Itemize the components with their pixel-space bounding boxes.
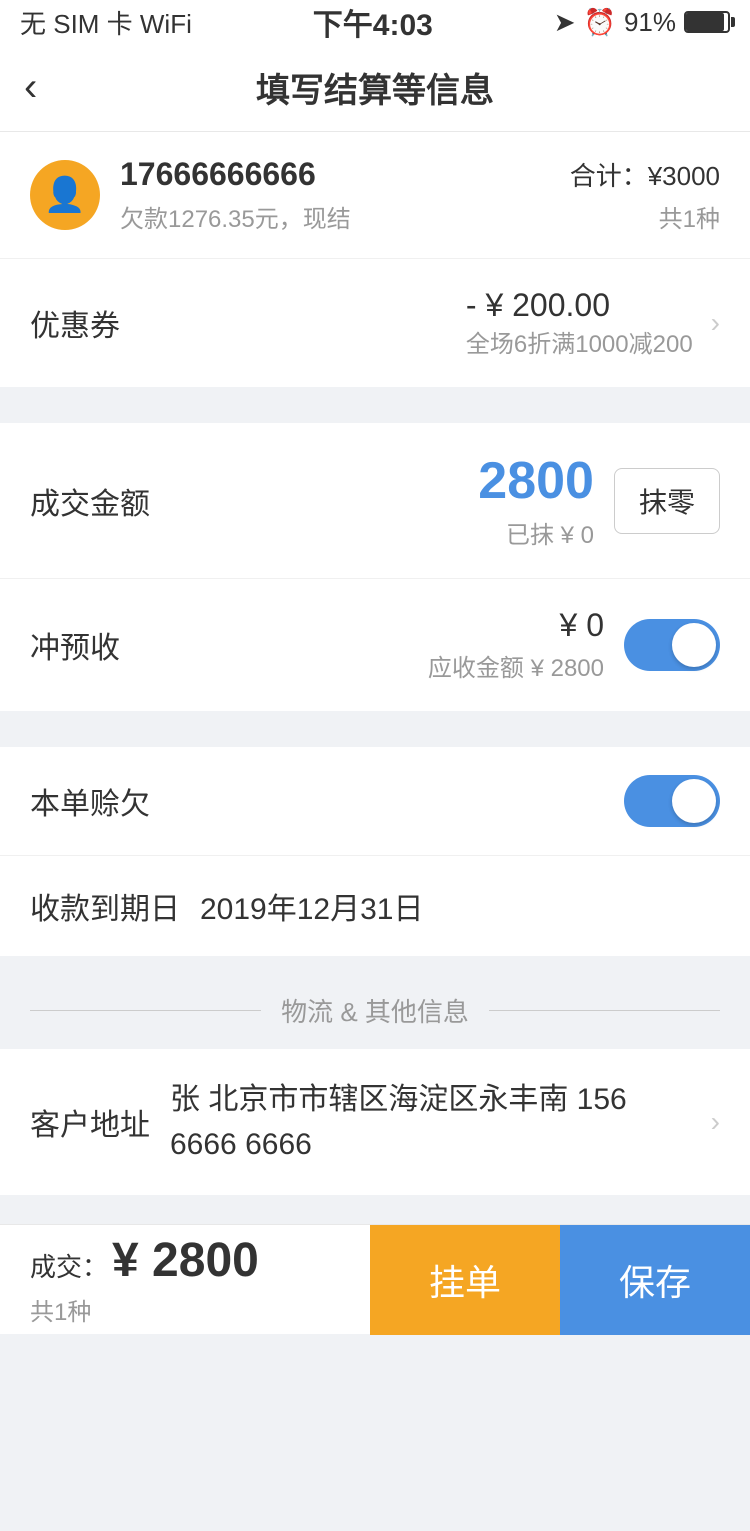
deal-label: 成交金额	[30, 479, 150, 523]
save-button[interactable]: 保存	[560, 1225, 750, 1335]
address-content: 张 北京市市辖区海淀区永丰南 156 6666 6666	[170, 1077, 701, 1167]
prepay-toggle[interactable]	[624, 619, 720, 671]
sim-label: 无 SIM 卡 WiFi	[20, 4, 192, 41]
footer-amount: ¥ 2800	[112, 1233, 259, 1288]
customer-card: 👤 17666666666 欠款1276.35元，现结 合计：¥3000 共1种…	[0, 132, 750, 387]
avatar: 👤	[30, 160, 100, 230]
divider-line-left	[30, 1010, 261, 1011]
alarm-icon: ⏰	[584, 7, 616, 38]
footer-info: 成交： ¥ 2800 共1种	[0, 1233, 370, 1327]
logistics-divider: 物流 & 其他信息	[0, 972, 750, 1049]
address-label: 客户地址	[30, 1100, 150, 1144]
battery-percent: 91%	[624, 7, 676, 38]
address-card: 客户地址 张 北京市市辖区海淀区永丰南 156 6666 6666 ›	[0, 1049, 750, 1195]
customer-note: 欠款1276.35元，现结	[120, 199, 351, 234]
coupon-amount-block: - ¥ 200.00 全场6折满1000减200	[466, 287, 693, 359]
prepay-right: ¥ 0 应收金额 ¥ 2800	[428, 607, 720, 683]
status-time: 下午4:03	[313, 0, 433, 44]
coupon-arrow-icon: ›	[711, 307, 720, 339]
total-label: 合计：¥3000	[570, 156, 720, 193]
due-date-label: 收款到期日	[30, 884, 180, 928]
back-button[interactable]: ‹	[24, 65, 37, 110]
coupon-label: 优惠券	[30, 301, 120, 345]
coupon-right: - ¥ 200.00 全场6折满1000减200 ›	[466, 287, 720, 359]
prepay-label: 冲预收	[30, 623, 120, 667]
toggle-knob	[672, 623, 716, 667]
section-divider-2	[0, 727, 750, 747]
deal-section: 成交金额 2800 已抹 ¥ 0 抹零 冲预收 ¥ 0 应收金额 ¥ 2800	[0, 423, 750, 711]
page-title: 填写结算等信息	[256, 63, 494, 112]
round-button[interactable]: 抹零	[614, 468, 720, 534]
debt-section: 本单赊欠 收款到期日 2019年12月31日	[0, 747, 750, 956]
footer-deal-row: 成交： ¥ 2800	[30, 1233, 340, 1288]
deal-amount-block: 2800 已抹 ¥ 0	[478, 451, 594, 550]
address-arrow-icon: ›	[711, 1106, 720, 1138]
status-right: ➤ ⏰ 91%	[554, 7, 730, 38]
nav-bar: ‹ 填写结算等信息	[0, 44, 750, 132]
status-bar: 无 SIM 卡 WiFi 下午4:03 ➤ ⏰ 91%	[0, 0, 750, 44]
customer-row: 👤 17666666666 欠款1276.35元，现结 合计：¥3000 共1种	[0, 132, 750, 259]
divider-line-right	[489, 1010, 720, 1011]
avatar-icon: 👤	[44, 175, 86, 215]
coupon-amount: - ¥ 200.00	[466, 287, 693, 324]
customer-right: 合计：¥3000 共1种	[570, 156, 720, 234]
deal-right: 2800 已抹 ¥ 0 抹零	[478, 451, 720, 550]
status-left: 无 SIM 卡 WiFi	[20, 4, 192, 41]
footer-deal-label: 成交：	[30, 1247, 108, 1284]
address-row[interactable]: 客户地址 张 北京市市辖区海淀区永丰南 156 6666 6666 ›	[0, 1049, 750, 1195]
footer-count: 共1种	[30, 1292, 340, 1327]
debt-row: 本单赊欠	[0, 747, 750, 855]
debt-toggle[interactable]	[624, 775, 720, 827]
customer-left: 👤 17666666666 欠款1276.35元，现结	[30, 156, 351, 234]
battery-icon	[684, 11, 730, 33]
total-count: 共1种	[570, 199, 720, 234]
section-divider-1	[0, 403, 750, 423]
coupon-row[interactable]: 优惠券 - ¥ 200.00 全场6折满1000减200 ›	[0, 259, 750, 387]
footer: 成交： ¥ 2800 共1种 挂单 保存	[0, 1224, 750, 1334]
deal-amount: 2800	[478, 451, 594, 511]
debt-label: 本单赊欠	[30, 779, 150, 823]
prepay-row: 冲预收 ¥ 0 应收金额 ¥ 2800	[0, 578, 750, 711]
location-icon: ➤	[554, 7, 576, 38]
hold-button[interactable]: 挂单	[370, 1225, 560, 1335]
logistics-divider-text: 物流 & 其他信息	[281, 992, 469, 1029]
coupon-desc: 全场6折满1000减200	[466, 324, 693, 359]
prepay-amount: ¥ 0	[428, 607, 604, 644]
prepay-amount-block: ¥ 0 应收金额 ¥ 2800	[428, 607, 604, 683]
prepay-sub: 应收金额 ¥ 2800	[428, 648, 604, 683]
customer-phone: 17666666666	[120, 156, 351, 193]
due-date-value: 2019年12月31日	[200, 884, 423, 928]
deal-row: 成交金额 2800 已抹 ¥ 0 抹零	[0, 423, 750, 578]
deal-sub: 已抹 ¥ 0	[478, 515, 594, 550]
due-date-row: 收款到期日 2019年12月31日	[0, 855, 750, 956]
debt-toggle-knob	[672, 779, 716, 823]
customer-info: 17666666666 欠款1276.35元，现结	[120, 156, 351, 234]
